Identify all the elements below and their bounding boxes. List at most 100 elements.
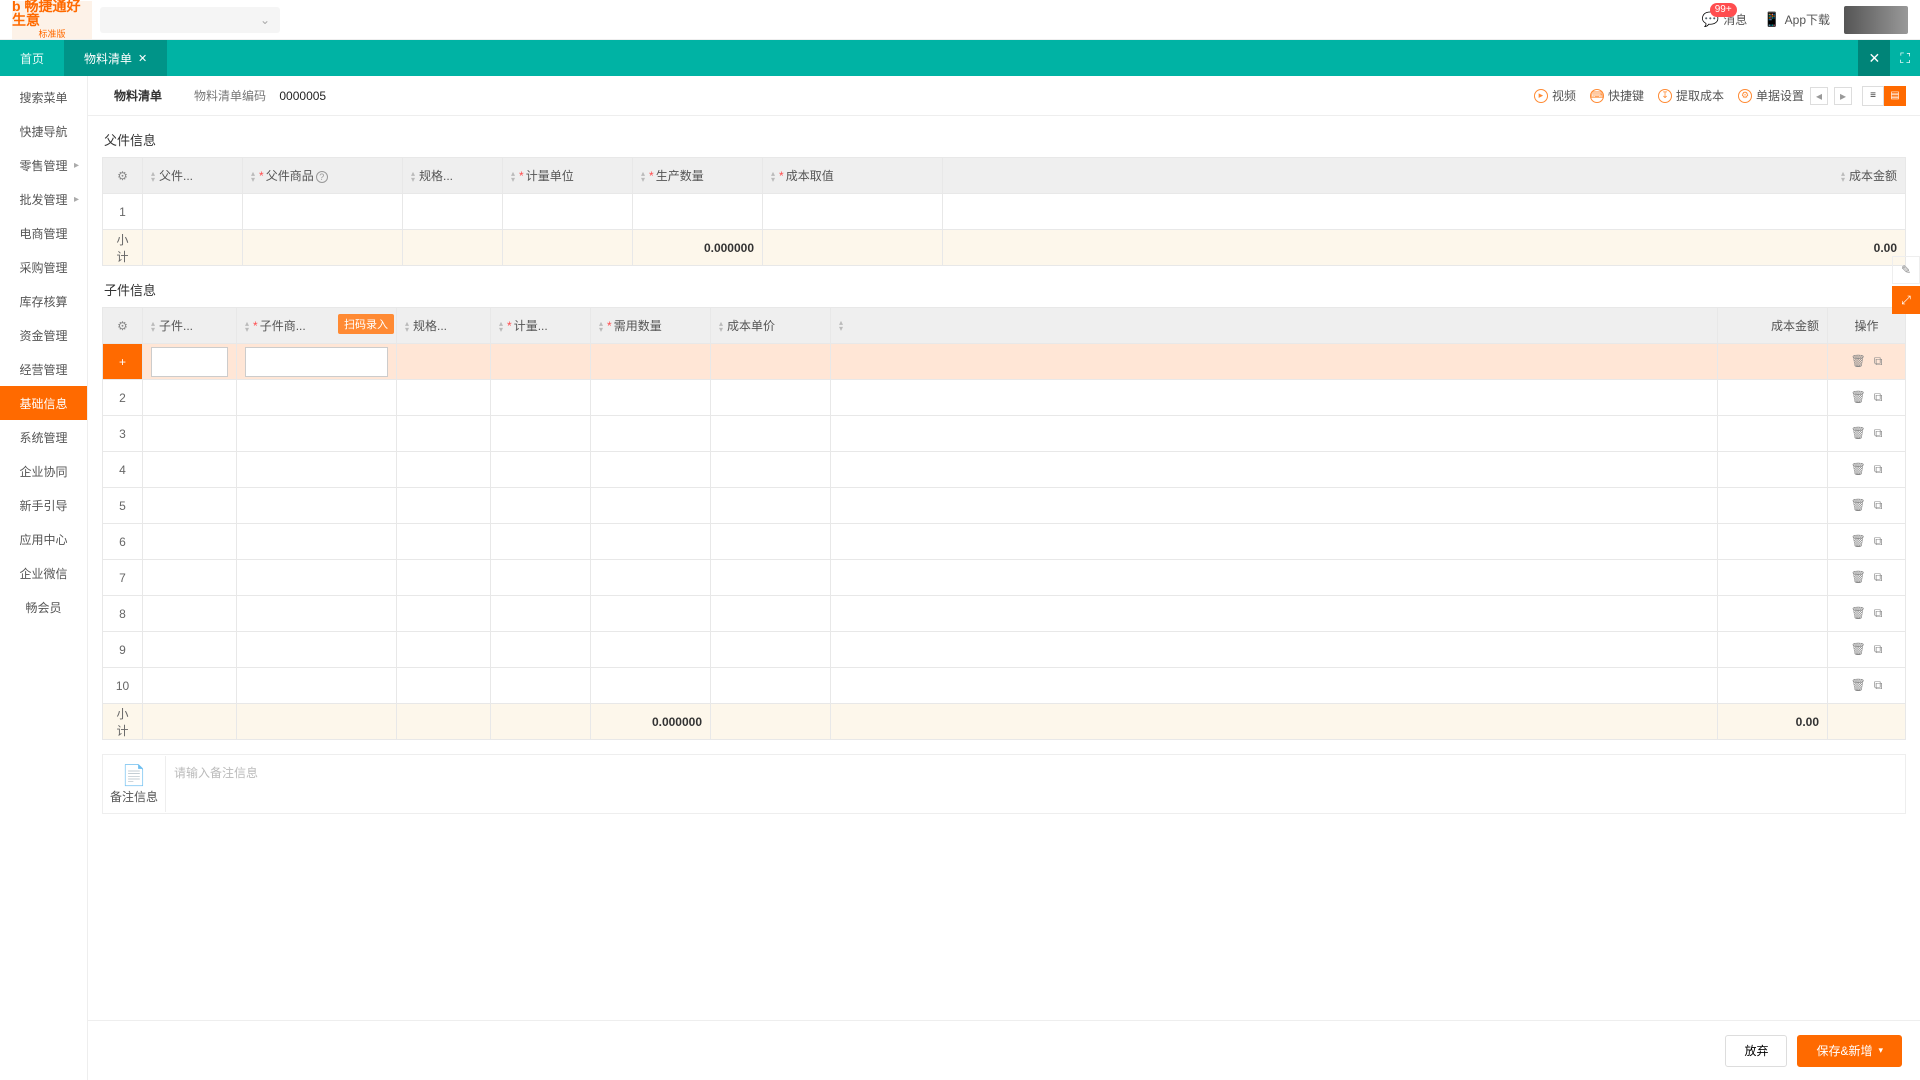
child-col-code[interactable]: ▴▾子件... (143, 308, 237, 344)
copy-row-icon[interactable]: ⧉ (1874, 534, 1883, 549)
copy-row-icon[interactable]: ⧉ (1874, 642, 1883, 657)
child-col-unit[interactable]: ▴▾*计量... (491, 308, 591, 344)
chevron-down-icon: ▾ (1878, 1045, 1883, 1056)
child-col-gear[interactable]: ⚙ (103, 308, 143, 344)
parent-row[interactable]: 1 (103, 194, 1906, 230)
child-row[interactable]: + 🗑 ⧉ (103, 344, 1906, 380)
tab-fullscreen[interactable]: ⛶ (1890, 40, 1920, 76)
sidebar-item-10[interactable]: 系统管理 (0, 420, 87, 454)
rail-edit-button[interactable]: ✎ (1892, 256, 1920, 284)
copy-row-icon[interactable]: ⧉ (1874, 354, 1883, 369)
sidebar-item-6[interactable]: 库存核算 (0, 284, 87, 318)
scan-input-button[interactable]: 扫码录入 (338, 314, 394, 334)
video-button[interactable]: ▸视频 (1534, 87, 1576, 104)
sidebar-item-13[interactable]: 应用中心 (0, 522, 87, 556)
parent-col-spec[interactable]: ▴▾规格... (403, 158, 503, 194)
copy-row-icon[interactable]: ⧉ (1874, 390, 1883, 405)
child-row[interactable]: 8🗑⧉ (103, 596, 1906, 632)
sidebar-item-3[interactable]: 批发管理 (0, 182, 87, 216)
delete-row-icon[interactable]: 🗑 (1851, 390, 1866, 404)
child-row[interactable]: 9🗑⧉ (103, 632, 1906, 668)
app-download-label: App下载 (1785, 11, 1830, 28)
delete-row-icon[interactable]: 🗑 (1851, 354, 1866, 368)
close-icon[interactable]: ✕ (138, 52, 147, 65)
rail-expand-button[interactable]: ⤢ (1892, 286, 1920, 314)
view-form-button[interactable]: ▤ (1884, 86, 1906, 106)
sidebar-item-8[interactable]: 经营管理 (0, 352, 87, 386)
child-section-title: 子件信息 (104, 280, 1906, 299)
child-col-price[interactable]: ▴▾成本单价 (711, 308, 831, 344)
prev-doc-button[interactable]: ◂ (1810, 87, 1828, 105)
copy-row-icon[interactable]: ⧉ (1874, 570, 1883, 585)
delete-row-icon[interactable]: 🗑 (1851, 426, 1866, 440)
logo-top: b 畅捷通好生意 (12, 0, 92, 27)
copy-row-icon[interactable]: ⧉ (1874, 606, 1883, 621)
sidebar-item-15[interactable]: 畅会员 (0, 590, 87, 624)
child-amt-subtotal: 0.00 (1718, 704, 1828, 740)
delete-row-icon[interactable]: 🗑 (1851, 498, 1866, 512)
next-doc-button[interactable]: ▸ (1834, 87, 1852, 105)
delete-row-icon[interactable]: 🗑 (1851, 570, 1866, 584)
child-col-product[interactable]: ▴▾*子件商...扫码录入 (237, 308, 397, 344)
org-selector[interactable]: ⌄ (100, 7, 280, 33)
copy-row-icon[interactable]: ⧉ (1874, 462, 1883, 477)
sidebar-item-9[interactable]: 基础信息 (0, 386, 87, 420)
doc-setting-button[interactable]: ⚙单据设置 (1738, 87, 1804, 104)
parent-col-amount[interactable]: ▴▾成本金额 (943, 158, 1906, 194)
messages-button[interactable]: 💬 消息 99+ (1702, 11, 1747, 28)
copy-row-icon[interactable]: ⧉ (1874, 426, 1883, 441)
shortcut-button[interactable]: ⌨快捷键 (1590, 87, 1644, 104)
delete-row-icon[interactable]: 🗑 (1851, 534, 1866, 548)
extract-cost-button[interactable]: ↧提取成本 (1658, 87, 1724, 104)
tab-bom[interactable]: 物料清单 ✕ (64, 40, 167, 76)
sidebar-item-1[interactable]: 快捷导航 (0, 114, 87, 148)
sidebar-item-2[interactable]: 零售管理 (0, 148, 87, 182)
delete-row-icon[interactable]: 🗑 (1851, 606, 1866, 620)
save-and-new-button[interactable]: 保存&新增▾ (1797, 1035, 1902, 1067)
delete-row-icon[interactable]: 🗑 (1851, 642, 1866, 656)
child-col-spec[interactable]: ▴▾规格... (397, 308, 491, 344)
parent-col-product[interactable]: ▴▾*父件商品? (243, 158, 403, 194)
sidebar-item-11[interactable]: 企业协同 (0, 454, 87, 488)
parent-col-gear[interactable]: ⚙ (103, 158, 143, 194)
child-code-input[interactable] (151, 347, 228, 377)
child-col-qty[interactable]: ▴▾*需用数量 (591, 308, 711, 344)
child-product-input[interactable] (245, 347, 388, 377)
expand-icon: ⤢ (1901, 293, 1911, 308)
parent-amt-subtotal: 0.00 (943, 230, 1906, 266)
add-row-icon[interactable]: + (114, 353, 132, 371)
parent-col-cost[interactable]: ▴▾*成本取值 (763, 158, 943, 194)
tab-close-all[interactable]: ✕ (1858, 40, 1890, 76)
help-icon[interactable]: ? (316, 171, 328, 183)
sidebar-item-5[interactable]: 采购管理 (0, 250, 87, 284)
child-row[interactable]: 10🗑⧉ (103, 668, 1906, 704)
parent-col-code[interactable]: ▴▾父件... (143, 158, 243, 194)
tab-home[interactable]: 首页 (0, 40, 64, 76)
child-col-amount[interactable]: 成本金额 (1718, 308, 1828, 344)
child-row[interactable]: 3🗑⧉ (103, 416, 1906, 452)
child-row[interactable]: 2🗑⧉ (103, 380, 1906, 416)
sidebar-item-12[interactable]: 新手引导 (0, 488, 87, 522)
doc-code: 物料清单编码 0000005 (194, 87, 326, 104)
doc-tab-bom[interactable]: 物料清单 (102, 83, 174, 108)
sidebar: 搜索菜单快捷导航零售管理批发管理电商管理采购管理库存核算资金管理经营管理基础信息… (0, 76, 88, 1080)
app-download-button[interactable]: 📱 App下载 (1763, 11, 1830, 28)
sidebar-item-0[interactable]: 搜索菜单 (0, 80, 87, 114)
view-list-button[interactable]: ≡ (1862, 86, 1884, 106)
copy-row-icon[interactable]: ⧉ (1874, 678, 1883, 693)
notes-input[interactable] (165, 756, 1905, 812)
delete-row-icon[interactable]: 🗑 (1851, 678, 1866, 692)
parent-col-unit[interactable]: ▴▾*计量单位 (503, 158, 633, 194)
copy-row-icon[interactable]: ⧉ (1874, 498, 1883, 513)
parent-col-qty[interactable]: ▴▾*生产数量 (633, 158, 763, 194)
child-row[interactable]: 7🗑⧉ (103, 560, 1906, 596)
sidebar-item-4[interactable]: 电商管理 (0, 216, 87, 250)
sidebar-item-14[interactable]: 企业微信 (0, 556, 87, 590)
child-row[interactable]: 6🗑⧉ (103, 524, 1906, 560)
user-avatar[interactable] (1844, 6, 1908, 34)
child-row[interactable]: 5🗑⧉ (103, 488, 1906, 524)
delete-row-icon[interactable]: 🗑 (1851, 462, 1866, 476)
child-row[interactable]: 4🗑⧉ (103, 452, 1906, 488)
discard-button[interactable]: 放弃 (1725, 1035, 1787, 1067)
sidebar-item-7[interactable]: 资金管理 (0, 318, 87, 352)
